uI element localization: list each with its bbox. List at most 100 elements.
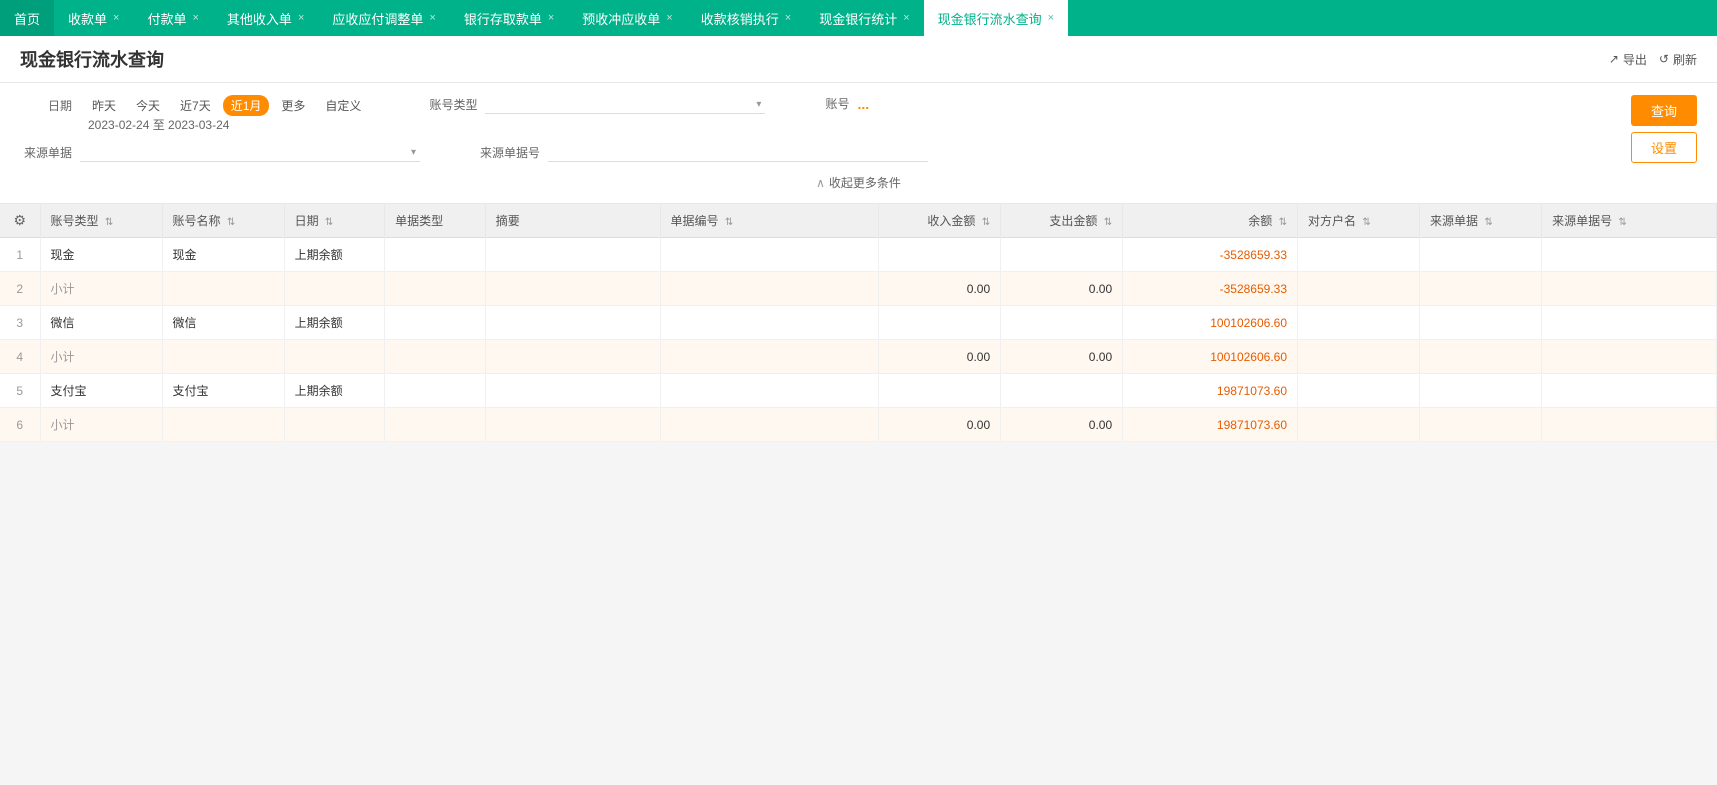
sort-date-icon[interactable]: ⇅ <box>325 217 333 228</box>
nav-payment-close[interactable]: × <box>192 12 198 24</box>
refresh-icon: ↺ <box>1659 52 1669 66</box>
nav-advance-label: 预收冲应收单 <box>582 9 660 28</box>
nav-bank-flow[interactable]: 现金银行流水查询 × <box>924 0 1068 36</box>
cell-summary <box>485 272 660 306</box>
date-opt-1month[interactable]: 近1月 <box>223 95 270 116</box>
sort-income-icon[interactable]: ⇅ <box>982 217 990 228</box>
date-filter-group: 日期 昨天 今天 近7天 近1月 更多 自定义 2023-02-24 至 202… <box>20 95 369 133</box>
source-doc-select[interactable] <box>80 143 420 162</box>
nav-home[interactable]: 首页 <box>0 0 54 36</box>
nav-adjustment[interactable]: 应收应付调整单 × <box>318 0 449 36</box>
sort-account-type-icon[interactable]: ⇅ <box>105 217 113 228</box>
cell-account-type: 小计 <box>40 272 162 306</box>
nav-other-income[interactable]: 其他收入单 × <box>213 0 318 36</box>
export-label: 导出 <box>1623 51 1647 68</box>
source-doc-select-wrapper: ▾ <box>80 143 420 162</box>
cell-account-name <box>162 272 284 306</box>
nav-bank-flow-close[interactable]: × <box>1048 12 1054 24</box>
nav-payment[interactable]: 付款单 × <box>133 0 212 36</box>
cell-doc-no <box>660 238 879 272</box>
nav-bank-flow-label: 现金银行流水查询 <box>938 9 1042 28</box>
nav-receipt[interactable]: 收款单 × <box>54 0 133 36</box>
source-doc-no-filter: 来源单据号 <box>480 143 928 162</box>
account-type-select[interactable] <box>485 95 765 114</box>
cell-summary <box>485 374 660 408</box>
cell-index: 1 <box>0 238 40 272</box>
refresh-button[interactable]: ↺ 刷新 <box>1659 51 1697 68</box>
col-settings[interactable]: ⚙ <box>0 204 40 238</box>
table-row: 2 小计 0.00 0.00 -3528659.33 <box>0 272 1717 306</box>
cell-income: 0.00 <box>879 272 1001 306</box>
settings-button[interactable]: 设置 <box>1631 132 1697 163</box>
nav-adjustment-close[interactable]: × <box>429 12 435 24</box>
nav-bank-deposit-label: 银行存取款单 <box>464 9 542 28</box>
source-doc-no-input[interactable] <box>548 143 928 162</box>
cell-expense: 0.00 <box>1001 272 1123 306</box>
collapse-label: 收起更多条件 <box>829 174 901 191</box>
col-source-doc: 来源单据 ⇅ <box>1420 204 1542 238</box>
cell-source-doc-no <box>1542 408 1717 442</box>
refresh-label: 刷新 <box>1673 51 1697 68</box>
sort-source-doc-no-icon[interactable]: ⇅ <box>1618 217 1626 228</box>
sort-doc-no-icon[interactable]: ⇅ <box>725 217 733 228</box>
nav-bank-stats-close[interactable]: × <box>903 12 909 24</box>
cell-balance: 100102606.60 <box>1123 306 1298 340</box>
account-type-label: 账号类型 <box>429 96 485 113</box>
collapse-conditions-button[interactable]: ∧ 收起更多条件 <box>20 170 1697 191</box>
cell-doc-type <box>385 408 486 442</box>
cell-expense <box>1001 306 1123 340</box>
cell-doc-no <box>660 408 879 442</box>
nav-advance-close[interactable]: × <box>666 12 672 24</box>
cell-account-name: 现金 <box>162 238 284 272</box>
page-title: 现金银行流水查询 <box>20 46 164 72</box>
sort-balance-icon[interactable]: ⇅ <box>1279 217 1287 228</box>
cell-account-type: 小计 <box>40 340 162 374</box>
nav-bank-deposit[interactable]: 银行存取款单 × <box>450 0 568 36</box>
col-account-type: 账号类型 ⇅ <box>40 204 162 238</box>
query-button[interactable]: 查询 <box>1631 95 1697 126</box>
cell-doc-type <box>385 340 486 374</box>
cell-counterparty <box>1298 374 1420 408</box>
table-row: 3 微信 微信 上期余额 100102606.60 <box>0 306 1717 340</box>
cell-source-doc-no <box>1542 238 1717 272</box>
cell-account-type: 微信 <box>40 306 162 340</box>
cell-income: 0.00 <box>879 408 1001 442</box>
date-opt-today[interactable]: 今天 <box>128 95 168 116</box>
col-date: 日期 ⇅ <box>284 204 385 238</box>
nav-bank-stats-label: 现金银行统计 <box>819 9 897 28</box>
nav-other-income-close[interactable]: × <box>298 12 304 24</box>
cell-doc-type <box>385 306 486 340</box>
cell-summary <box>485 340 660 374</box>
sort-counterparty-icon[interactable]: ⇅ <box>1362 217 1370 228</box>
source-doc-label: 来源单据 <box>20 144 80 161</box>
nav-collection[interactable]: 收款核销执行 × <box>687 0 805 36</box>
page-header: 现金银行流水查询 ↗ 导出 ↺ 刷新 <box>0 36 1717 83</box>
cell-source-doc-no <box>1542 340 1717 374</box>
settings-gear-icon[interactable]: ⚙ <box>13 212 26 228</box>
nav-advance[interactable]: 预收冲应收单 × <box>568 0 686 36</box>
export-button[interactable]: ↗ 导出 <box>1609 51 1647 68</box>
date-opt-custom[interactable]: 自定义 <box>317 95 369 116</box>
table-row: 1 现金 现金 上期余额 -3528659.33 <box>0 238 1717 272</box>
table-row: 5 支付宝 支付宝 上期余额 19871073.60 <box>0 374 1717 408</box>
cell-balance: -3528659.33 <box>1123 272 1298 306</box>
date-opt-more[interactable]: 更多 <box>273 95 313 116</box>
action-buttons: 查询 设置 <box>1631 95 1697 163</box>
col-doc-no: 单据编号 ⇅ <box>660 204 879 238</box>
date-opt-7days[interactable]: 近7天 <box>172 95 219 116</box>
sort-source-doc-icon[interactable]: ⇅ <box>1484 217 1492 228</box>
sort-expense-icon[interactable]: ⇅ <box>1104 217 1112 228</box>
sort-account-name-icon[interactable]: ⇅ <box>227 217 235 228</box>
nav-home-label: 首页 <box>14 9 40 28</box>
col-source-doc-no: 来源单据号 ⇅ <box>1542 204 1717 238</box>
nav-bank-stats[interactable]: 现金银行统计 × <box>805 0 923 36</box>
nav-bank-deposit-close[interactable]: × <box>548 12 554 24</box>
nav-collection-close[interactable]: × <box>785 12 791 24</box>
top-nav: 首页 收款单 × 付款单 × 其他收入单 × 应收应付调整单 × 银行存取款单 … <box>0 0 1717 36</box>
date-options: 昨天 今天 近7天 近1月 更多 自定义 <box>84 95 369 116</box>
cell-account-name: 微信 <box>162 306 284 340</box>
table-header-row: ⚙ 账号类型 ⇅ 账号名称 ⇅ 日期 ⇅ 单据类型 摘要 <box>0 204 1717 238</box>
date-opt-yesterday[interactable]: 昨天 <box>84 95 124 116</box>
nav-receipt-close[interactable]: × <box>113 12 119 24</box>
account-dots-button[interactable]: ... <box>857 96 869 112</box>
